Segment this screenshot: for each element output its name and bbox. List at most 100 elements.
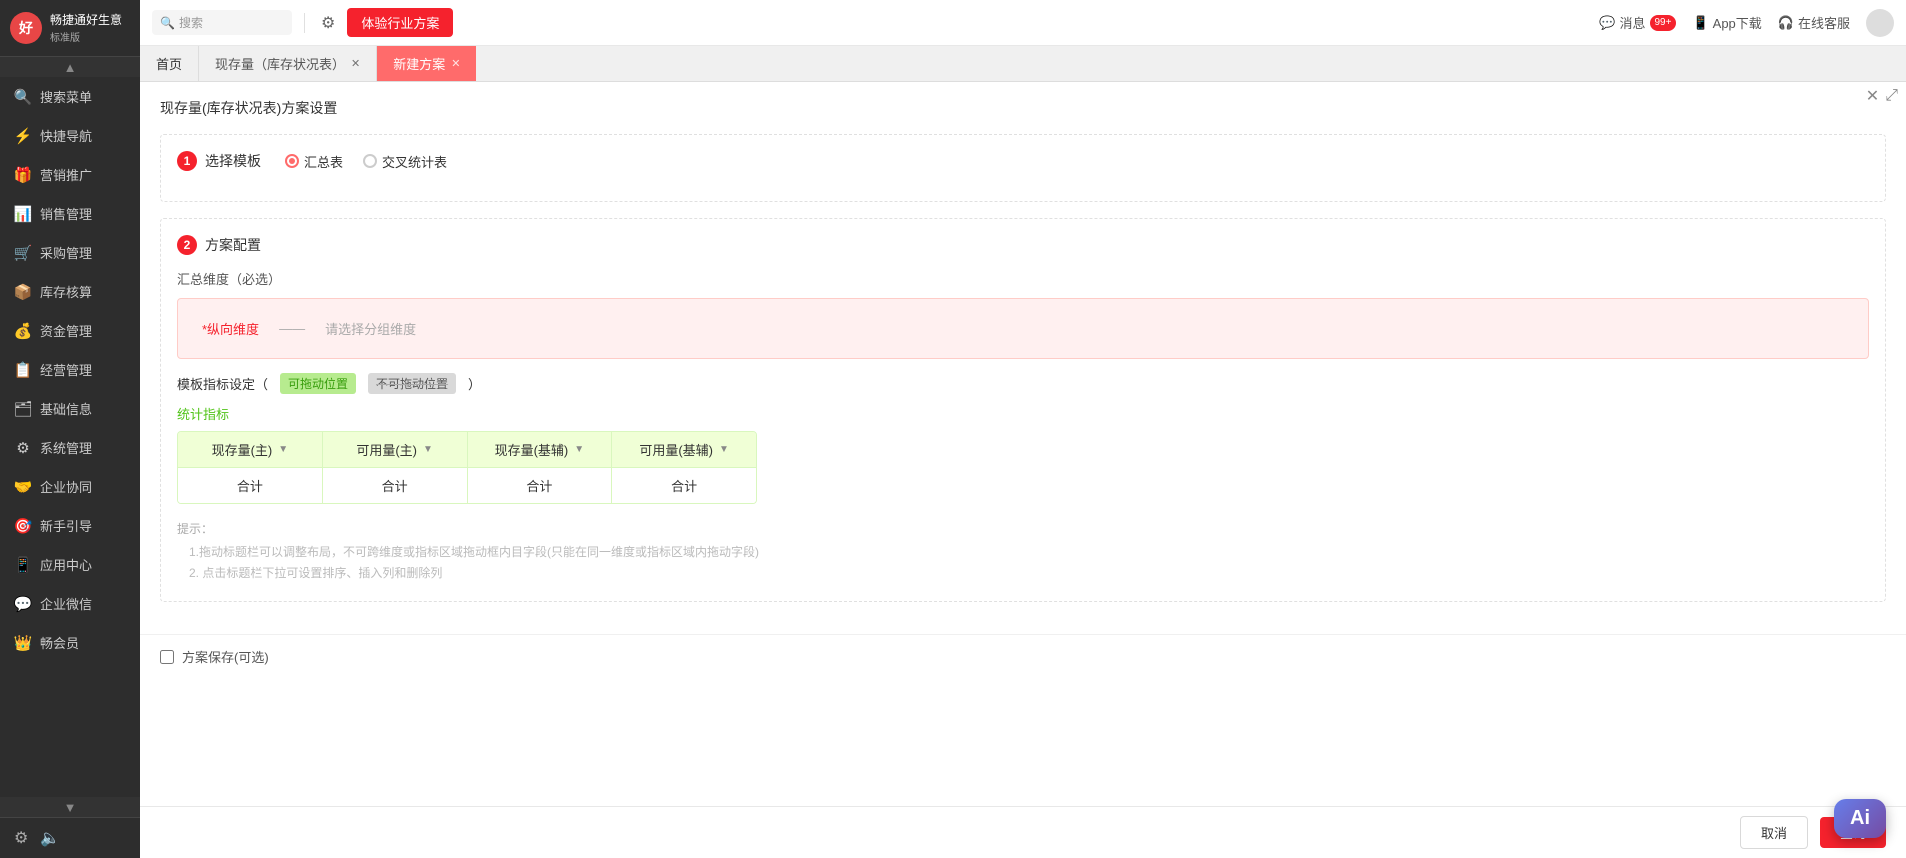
sidebar-item-purchase[interactable]: 🛒 采购管理 (0, 233, 140, 272)
stats-header-cell-0[interactable]: 现存量(主) ▼ (178, 432, 323, 467)
app-center-icon: 📱 (14, 556, 32, 574)
chevron-down-icon-3: ▼ (719, 444, 729, 455)
stats-header-cell-2[interactable]: 现存量(基辅) ▼ (468, 432, 613, 467)
page-float-buttons: ✕ ⤢ (1866, 86, 1898, 106)
sidebar-item-wechat[interactable]: 💬 企业微信 (0, 584, 140, 623)
customer-service-label: 在线客服 (1798, 13, 1850, 32)
template-radio-group: 汇总表 交叉统计表 (285, 152, 447, 171)
main-content: 🔍 搜索 ⚙ 体验行业方案 💬 消息 99+ 📱 App下载 🎧 在线客服 (140, 0, 1906, 858)
operation-icon: 📋 (14, 361, 32, 379)
save-option-row: 方案保存(可选) (140, 634, 1906, 678)
topbar-settings-icon[interactable]: ⚙ (321, 13, 335, 33)
sidebar-scroll-up[interactable]: ▲ (0, 57, 140, 77)
tab-new-plan[interactable]: 新建方案 ✕ (377, 46, 476, 81)
step2-header: 2 方案配置 (177, 235, 1869, 255)
close-panel-button[interactable]: ✕ (1866, 86, 1879, 106)
tips-section: 提示： 1.拖动标题栏可以调整布局，不可跨维度或指标区域拖动框内目字段(只能在同… (177, 520, 1869, 581)
save-label: 方案保存(可选) (182, 647, 269, 666)
app-download-item[interactable]: 📱 App下载 (1692, 13, 1761, 32)
guide-icon: 🎯 (14, 517, 32, 535)
stats-table-body: 合计 合计 合计 合计 (178, 467, 756, 503)
dimension-box[interactable]: *纵向维度 —— 请选择分组维度 (177, 298, 1869, 359)
tips-item-0: 1.拖动标题栏可以调整布局，不可跨维度或指标区域拖动框内目字段(只能在同一维度或… (177, 543, 1869, 560)
indicator-config-label: 模板指标设定（ (177, 374, 268, 393)
tab-new-plan-close[interactable]: ✕ (451, 57, 460, 70)
message-item[interactable]: 💬 消息 99+ (1599, 13, 1676, 32)
sidebar-item-new-guide[interactable]: 🎯 新手引导 (0, 506, 140, 545)
customer-service-item[interactable]: 🎧 在线客服 (1778, 13, 1850, 32)
chevron-down-icon-1: ▼ (423, 444, 433, 455)
trial-button[interactable]: 体验行业方案 (347, 8, 453, 37)
ai-float-button[interactable]: Ai (1834, 799, 1886, 838)
tab-inventory-status[interactable]: 现存量（库存状况表） ✕ (199, 46, 377, 81)
sidebar-item-member[interactable]: 👑 畅会员 (0, 623, 140, 662)
bottom-bar: 取消 查询 (140, 806, 1906, 858)
stats-body-cell-3: 合计 (612, 468, 756, 503)
sidebar-item-inventory[interactable]: 📦 库存核算 (0, 272, 140, 311)
step1-title: 选择模板 (205, 151, 261, 171)
topbar-search-placeholder: 搜索 (179, 14, 203, 31)
sidebar-item-basic[interactable]: 🗂 基础信息 (0, 389, 140, 428)
search-icon: 🔍 (14, 88, 32, 106)
stats-section-title: 统计指标 (177, 404, 1869, 423)
expand-panel-button[interactable]: ⤢ (1885, 87, 1898, 105)
tab-inventory-status-close[interactable]: ✕ (351, 57, 360, 70)
sidebar-item-label: 畅会员 (40, 633, 79, 652)
tabbar: 首页 现存量（库存状况表） ✕ 新建方案 ✕ (140, 46, 1906, 82)
tab-inventory-status-label: 现存量（库存状况表） (215, 54, 345, 73)
sidebar-item-label: 经营管理 (40, 360, 92, 379)
sidebar-item-sales[interactable]: 📊 销售管理 (0, 194, 140, 233)
stats-body-cell-0: 合计 (178, 468, 323, 503)
sidebar-item-label: 基础信息 (40, 399, 92, 418)
sidebar-item-label: 销售管理 (40, 204, 92, 223)
tab-home[interactable]: 首页 (140, 46, 199, 81)
sidebar-item-system[interactable]: ⚙ 系统管理 (0, 428, 140, 467)
stats-table: 现存量(主) ▼ 可用量(主) ▼ 现存量(基辅) ▼ 可用量(基辅) (177, 431, 757, 504)
sidebar-item-label: 快捷导航 (40, 126, 92, 145)
marketing-icon: 🎁 (14, 166, 32, 184)
stats-header-cell-3[interactable]: 可用量(基辅) ▼ (612, 432, 756, 467)
cancel-button[interactable]: 取消 (1740, 816, 1808, 849)
radio-summary-dot (285, 154, 299, 168)
fixed-tag: 不可拖动位置 (368, 373, 456, 394)
sidebar-item-label: 应用中心 (40, 555, 92, 574)
sidebar-item-label: 新手引导 (40, 516, 92, 535)
tips-item-1: 2. 点击标题栏下拉可设置排序、插入列和删除列 (177, 564, 1869, 581)
system-icon: ⚙ (14, 439, 32, 457)
sidebar-item-label: 系统管理 (40, 438, 92, 457)
sidebar-item-label: 营销推广 (40, 165, 92, 184)
sidebar-item-finance[interactable]: 💰 资金管理 (0, 311, 140, 350)
footer-sound-icon[interactable]: 🔈 (40, 828, 60, 848)
page-area: ✕ ⤢ 现存量(库存状况表)方案设置 1 选择模板 汇总表 (140, 82, 1906, 806)
sidebar-item-label: 企业微信 (40, 594, 92, 613)
message-icon: 💬 (1599, 15, 1615, 31)
radio-cross-label: 交叉统计表 (382, 152, 447, 171)
stats-header-cell-1[interactable]: 可用量(主) ▼ (323, 432, 468, 467)
step1-section: 1 选择模板 汇总表 交叉统计表 (160, 134, 1886, 202)
dimension-placeholder: 请选择分组维度 (325, 319, 416, 338)
radio-cross[interactable]: 交叉统计表 (363, 152, 447, 171)
sidebar-item-operation[interactable]: 📋 经营管理 (0, 350, 140, 389)
step1-num: 1 (177, 151, 197, 171)
sidebar-item-quick-nav[interactable]: ⚡ 快捷导航 (0, 116, 140, 155)
save-checkbox[interactable] (160, 650, 174, 664)
footer-settings-icon[interactable]: ⚙ (14, 828, 28, 848)
sidebar-item-app-center[interactable]: 📱 应用中心 (0, 545, 140, 584)
topbar-search[interactable]: 🔍 搜索 (152, 10, 292, 35)
user-avatar[interactable] (1866, 9, 1894, 37)
topbar-right: 💬 消息 99+ 📱 App下载 🎧 在线客服 (1599, 9, 1894, 37)
stats-header-label-1: 可用量(主) (356, 440, 417, 459)
sidebar-nav: 🔍 搜索菜单 ⚡ 快捷导航 🎁 营销推广 📊 销售管理 🛒 采购管理 📦 库存核… (0, 77, 140, 797)
step2-section: 2 方案配置 汇总维度（必选） *纵向维度 —— 请选择分组维度 模板指标设定（… (160, 218, 1886, 602)
stats-header-label-3: 可用量(基辅) (639, 440, 713, 459)
topbar-search-icon: 🔍 (160, 16, 175, 30)
radio-summary[interactable]: 汇总表 (285, 152, 343, 171)
sidebar-item-marketing[interactable]: 🎁 营销推广 (0, 155, 140, 194)
chevron-down-icon-2: ▼ (574, 444, 584, 455)
tab-new-plan-label: 新建方案 (393, 54, 445, 73)
sidebar-item-cooperation[interactable]: 🤝 企业协同 (0, 467, 140, 506)
sidebar-scroll-down[interactable]: ▼ (0, 797, 140, 817)
indicator-config-suffix: ） (468, 374, 481, 393)
sidebar-item-search[interactable]: 🔍 搜索菜单 (0, 77, 140, 116)
sidebar-logo: 好 畅捷通好生意 标准版 (0, 0, 140, 57)
